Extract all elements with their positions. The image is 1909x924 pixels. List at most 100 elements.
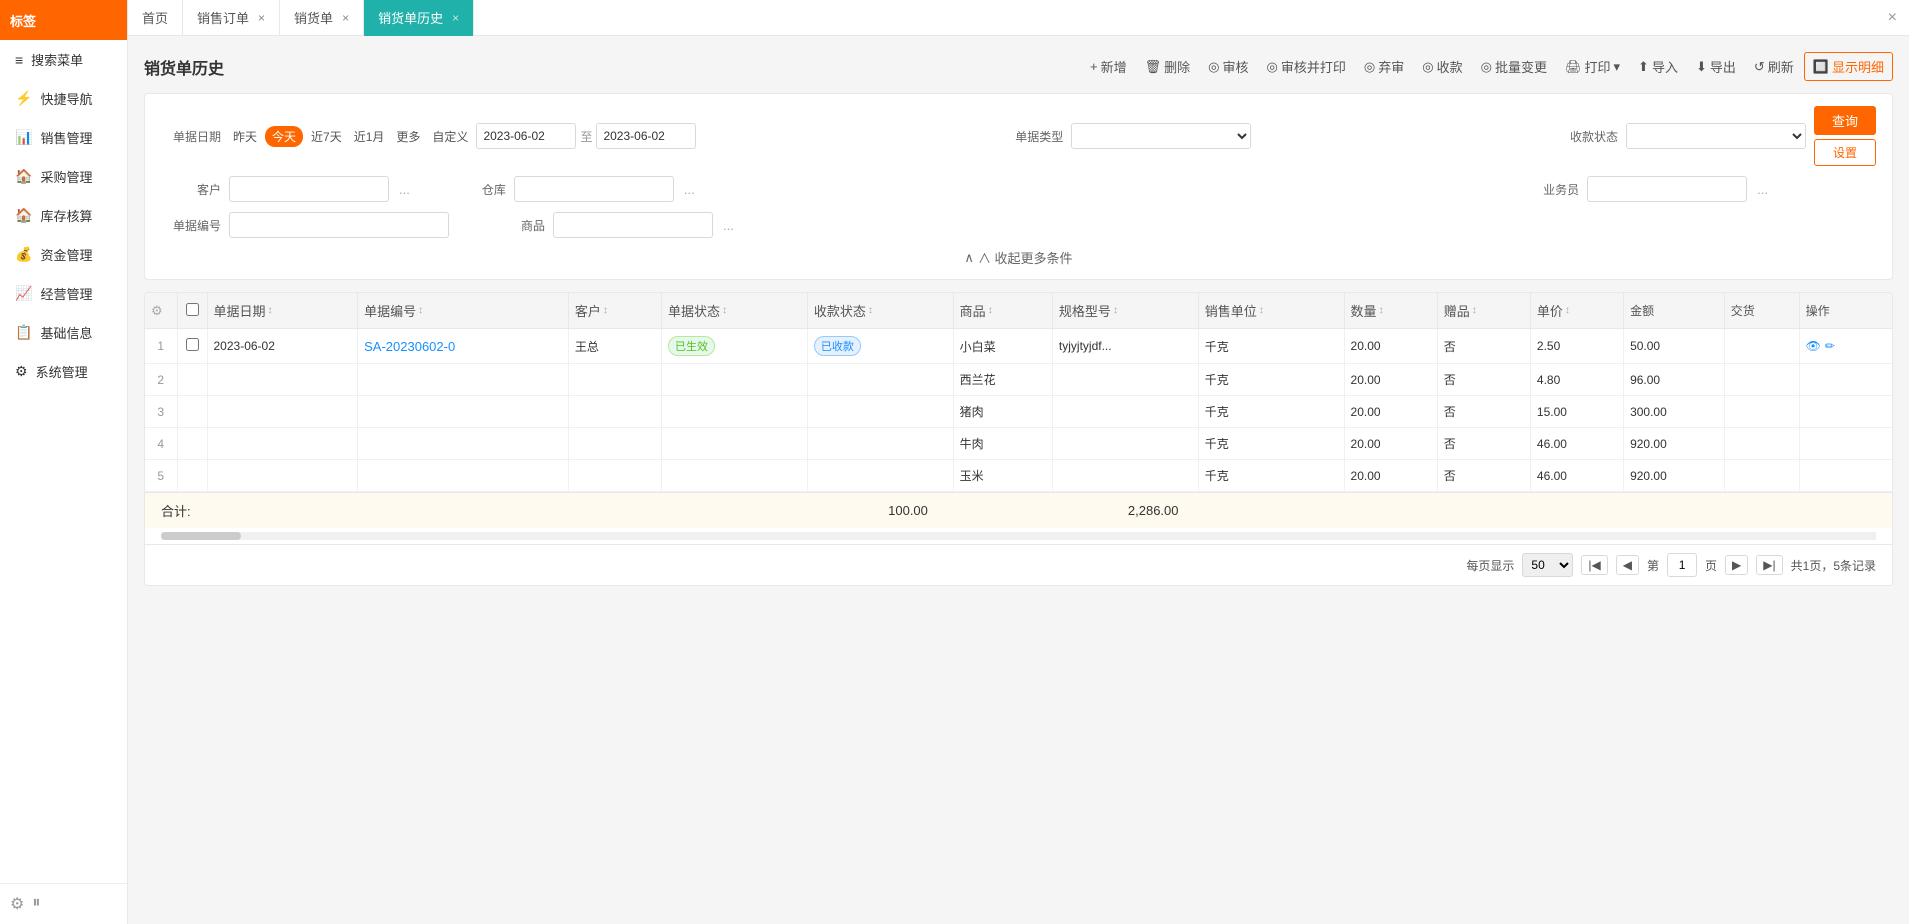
settings-bottom-icon[interactable]: ⚙ <box>10 894 24 914</box>
edit-link[interactable]: ✏ <box>1825 339 1835 353</box>
td-unit: 千克 <box>1198 460 1344 492</box>
sidebar-item-inventory[interactable]: 🏠 库存核算 <box>0 196 127 235</box>
th-date[interactable]: 单据日期↕ <box>207 293 358 329</box>
scrollbar-thumb[interactable] <box>161 532 241 540</box>
th-gift[interactable]: 赠品↕ <box>1437 293 1530 329</box>
tab-sales-order-close[interactable]: × <box>258 11 265 25</box>
tab-sales-order[interactable]: 销售订单 × <box>183 0 280 36</box>
total-info: 共1页，5条记录 <box>1791 557 1876 574</box>
sidebar-item-system[interactable]: ⚙ 系统管理 <box>0 352 127 391</box>
th-order-no[interactable]: 单据编号↕ <box>358 293 569 329</box>
set-button[interactable]: 设置 <box>1814 139 1876 166</box>
last-page-button[interactable]: ▶| <box>1756 555 1782 575</box>
unapprove-button[interactable]: ◎ 弃审 <box>1356 53 1412 80</box>
goods-input[interactable] <box>553 212 713 238</box>
staff-dots[interactable]: ... <box>1757 182 1768 197</box>
approve-button[interactable]: ◎ 审核 <box>1200 53 1256 80</box>
tab-sales-history[interactable]: 销货单历史 × <box>364 0 474 36</box>
data-table-wrapper: ⚙ 单据日期↕ 单据编号↕ 客户↕ 单据状态↕ 收款状态↕ 商品↕ 规格型号↕ … <box>144 292 1893 586</box>
pause-icon[interactable]: ⏸ <box>32 894 40 914</box>
tab-close-all[interactable]: × <box>1876 9 1909 27</box>
th-delivery: 交货 <box>1724 293 1799 329</box>
type-select[interactable] <box>1071 123 1251 149</box>
tab-home[interactable]: 首页 <box>128 0 183 36</box>
sidebar-item-nav[interactable]: ⚡ 快捷导航 <box>0 79 127 118</box>
td-action <box>1799 396 1892 428</box>
approve-print-button[interactable]: ◎ 审核并打印 <box>1259 53 1354 80</box>
warehouse-dots[interactable]: ... <box>684 182 695 197</box>
sidebar-item-search[interactable]: ≡ 搜索菜单 <box>0 40 127 79</box>
refresh-button[interactable]: ↺ 刷新 <box>1746 53 1802 80</box>
query-button[interactable]: 查询 <box>1814 106 1876 135</box>
import-icon: ⬆ <box>1638 59 1649 75</box>
staff-input[interactable] <box>1587 176 1747 202</box>
date-from-input[interactable] <box>476 123 576 149</box>
unapprove-icon: ◎ <box>1364 59 1375 75</box>
new-button[interactable]: + 新增 <box>1082 53 1135 80</box>
sidebar-item-label: 基础信息 <box>40 323 92 342</box>
sort-goods-icon: ↕ <box>988 305 993 316</box>
gear-icon[interactable]: ⚙ <box>151 303 163 318</box>
scrollbar-track[interactable] <box>161 532 1876 540</box>
collapse-button[interactable]: ∧ ∧ 收起更多条件 <box>964 248 1072 267</box>
th-customer[interactable]: 客户↕ <box>568 293 661 329</box>
td-gear: 3 <box>145 396 177 428</box>
tab-sales-history-close[interactable]: × <box>452 11 459 25</box>
sidebar-logo: 标签 <box>0 0 127 40</box>
th-status[interactable]: 单据状态↕ <box>662 293 808 329</box>
td-checkbox <box>177 329 207 364</box>
date-today[interactable]: 今天 <box>265 126 303 147</box>
th-qty[interactable]: 数量↕ <box>1344 293 1437 329</box>
page-size-select[interactable]: 50 100 200 <box>1522 553 1573 577</box>
preview-link[interactable]: 👁 <box>1806 339 1821 353</box>
date-custom[interactable]: 自定义 <box>428 126 472 147</box>
sidebar-item-finance[interactable]: 💰 资金管理 <box>0 235 127 274</box>
export-button[interactable]: ⬇ 导出 <box>1688 53 1744 80</box>
td-payment-status <box>807 428 953 460</box>
print-button[interactable]: 🖨 打印 ▾ <box>1557 53 1628 80</box>
first-page-button[interactable]: |◀ <box>1581 555 1607 575</box>
prev-page-button[interactable]: ◀ <box>1616 555 1639 575</box>
date-more[interactable]: 更多 <box>392 126 424 147</box>
goods-dots[interactable]: ... <box>723 218 734 233</box>
show-detail-button[interactable]: 🔲 显示明细 <box>1804 52 1893 81</box>
sidebar-item-operations[interactable]: 📈 经营管理 <box>0 274 127 313</box>
th-unit[interactable]: 销售单位↕ <box>1198 293 1344 329</box>
customer-input[interactable] <box>229 176 389 202</box>
td-amount: 920.00 <box>1624 460 1725 492</box>
select-all-checkbox[interactable] <box>186 303 199 316</box>
th-gear[interactable]: ⚙ <box>145 293 177 329</box>
table-row: 4 牛肉 千克 20.00 否 46.00 920.00 <box>145 428 1892 460</box>
td-spec <box>1052 428 1198 460</box>
td-gift: 否 <box>1437 460 1530 492</box>
sidebar-item-basics[interactable]: 📋 基础信息 <box>0 313 127 352</box>
collect-button[interactable]: ◎ 收款 <box>1414 53 1470 80</box>
page-input[interactable] <box>1667 553 1697 577</box>
delete-button[interactable]: 🗑 删除 <box>1137 53 1199 80</box>
tab-sales-delivery-close[interactable]: × <box>342 11 349 25</box>
date-to-input[interactable] <box>596 123 696 149</box>
th-spec[interactable]: 规格型号↕ <box>1052 293 1198 329</box>
th-goods[interactable]: 商品↕ <box>953 293 1052 329</box>
warehouse-input[interactable] <box>514 176 674 202</box>
td-date <box>207 396 358 428</box>
order-no-label: 单据编号 <box>161 217 221 234</box>
td-customer <box>568 364 661 396</box>
customer-dots[interactable]: ... <box>399 182 410 197</box>
date-yesterday[interactable]: 昨天 <box>229 126 261 147</box>
th-payment-status[interactable]: 收款状态↕ <box>807 293 953 329</box>
sidebar-item-purchase[interactable]: 🏠 采购管理 <box>0 157 127 196</box>
import-button[interactable]: ⬆ 导入 <box>1630 53 1686 80</box>
batch-change-button[interactable]: ◎ 批量变更 <box>1473 53 1555 80</box>
tab-sales-delivery[interactable]: 销货单 × <box>280 0 364 36</box>
th-price[interactable]: 单价↕ <box>1530 293 1623 329</box>
order-no-input[interactable] <box>229 212 449 238</box>
order-no-link[interactable]: SA-20230602-0 <box>364 339 455 354</box>
date-7days[interactable]: 近7天 <box>307 126 346 147</box>
date-1month[interactable]: 近1月 <box>350 126 389 147</box>
payment-select[interactable] <box>1626 123 1806 149</box>
next-page-button[interactable]: ▶ <box>1725 555 1748 575</box>
sidebar-item-sales[interactable]: 📊 销售管理 <box>0 118 127 157</box>
row-checkbox[interactable] <box>186 338 199 351</box>
sidebar-item-label: 搜索菜单 <box>31 50 83 69</box>
